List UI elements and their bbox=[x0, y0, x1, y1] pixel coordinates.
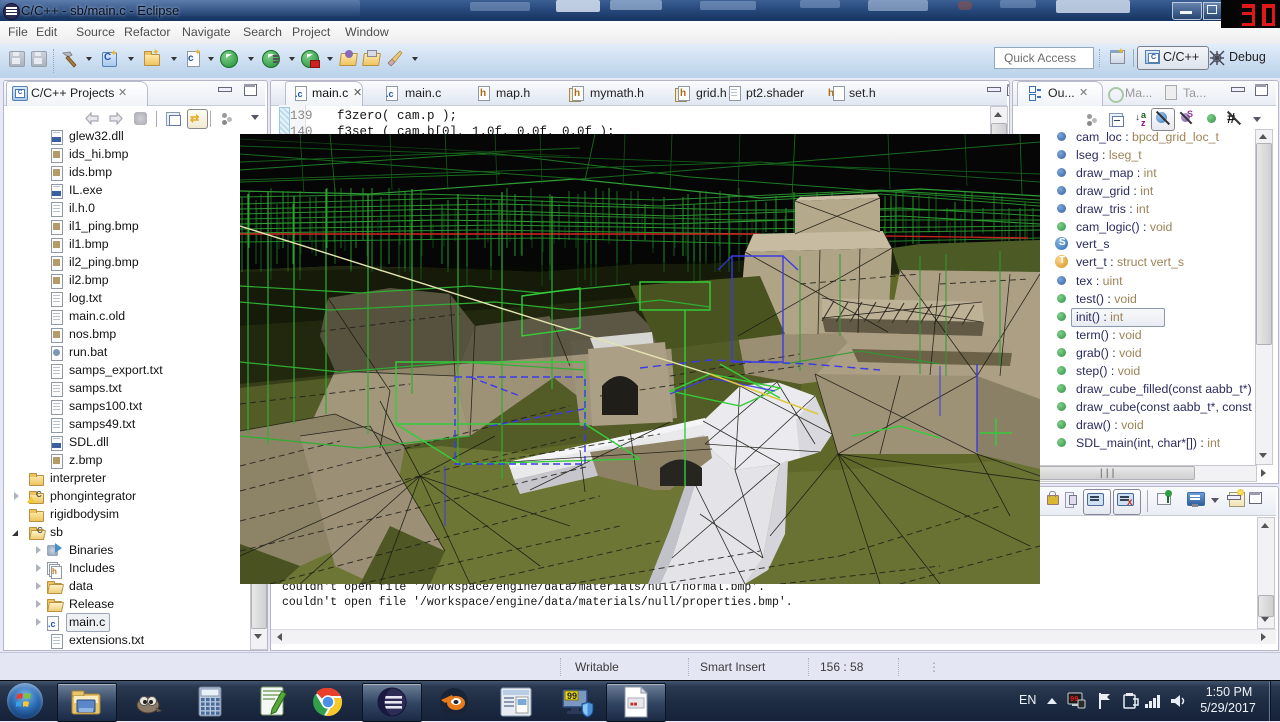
svg-text:■■: ■■ bbox=[630, 701, 638, 708]
svg-text:99: 99 bbox=[1070, 696, 1078, 704]
svg-text:99: 99 bbox=[567, 691, 577, 701]
